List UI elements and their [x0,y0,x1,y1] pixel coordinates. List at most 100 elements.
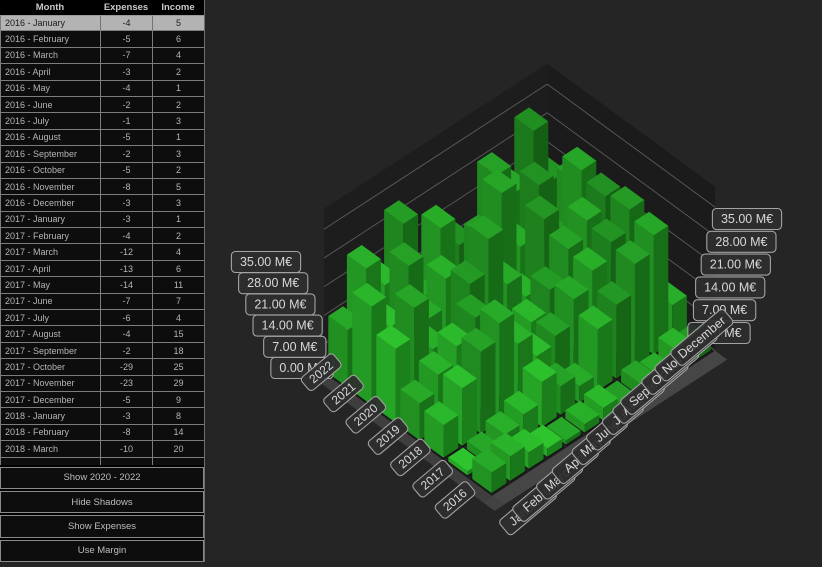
table-header: Month Expenses Income [0,0,204,15]
cell-exp: -2 [101,342,153,359]
cell-month: 2017 - January [1,211,101,228]
svg-text:35.00 M€: 35.00 M€ [240,255,292,269]
cell-exp: -23 [101,375,153,391]
table-row[interactable]: 2016 - May -4 1 [0,80,204,97]
cell-inc: 3 [175,116,181,127]
svg-text:14.00 M€: 14.00 M€ [262,319,314,333]
cell-inc: 2 [175,165,181,176]
table-row[interactable]: 2016 - August -5 1 [0,129,204,147]
button-show-expenses[interactable]: Show Expenses [0,515,204,538]
cell-exp: -14 [101,277,153,293]
table-row[interactable]: 2017 - November -23 29 [0,375,204,392]
col-header-expenses: Expenses [103,2,149,13]
cell-exp: -12 [101,244,153,260]
table-row[interactable]: 2016 - September -2 3 [0,146,204,163]
table-row-partial [0,457,204,465]
table-row[interactable]: 2017 - September -2 18 [0,342,204,360]
button-hide-shadows[interactable]: Hide Shadows [0,490,204,514]
cell-month: 2016 - August [1,129,101,146]
cell-inc: 7 [175,296,181,307]
table-row[interactable]: 2017 - February -4 2 [0,228,204,245]
button-stack: Show 2020 - 2022 Hide Shadows Show Expense… [0,466,204,562]
bar3d-chart-canvas[interactable]: 0.00 M€7.00 M€14.00 M€21.00 M€28.00 M€35… [205,0,822,562]
table-row[interactable]: 2016 - June -2 2 [0,96,204,114]
cell-month: 2017 - May [1,277,101,293]
value-tick-left: 35.00 M€ [230,250,302,274]
cell-exp: -5 [101,162,153,178]
cell-month: 2018 - January [1,408,101,424]
table-row[interactable]: 2016 - March -7 4 [0,47,204,65]
value-tick-right: 28.00 M€ [706,230,777,253]
value-tick-left: 28.00 M€ [238,272,309,295]
cell-inc: 4 [175,50,181,61]
button-use-margin[interactable]: Use Margin [0,539,204,562]
svg-text:7.00 M€: 7.00 M€ [272,340,317,354]
cell-inc: 5 [175,181,181,192]
cell-month: 2017 - June [1,293,101,310]
cell-month: 2016 - September [1,146,101,162]
col-header-month: Month [35,2,65,13]
svg-text:28.00 M€: 28.00 M€ [715,235,767,249]
cell-inc: 6 [175,34,181,45]
cell-month: 2017 - December [1,391,101,408]
cell-inc: 1 [175,214,181,225]
cell-month: 2017 - October [1,359,101,375]
table-row[interactable]: 2018 - January -3 8 [0,408,204,425]
table-row[interactable]: 2017 - October -29 25 [0,359,204,376]
cell-exp: -4 [101,16,153,31]
chart-panel: 0.00 M€ 7.00 M€ 14.00 M€ 21.00 M€ 28.00 M€ 35… [205,0,822,562]
table-row[interactable]: 2016 - December -3 3 [0,195,204,212]
table-row[interactable]: 2016 - January -4 5 [0,15,204,32]
value-tick-left: 7.00 M€ [263,335,327,358]
table-row[interactable]: 2018 - March -10 20 [0,441,204,458]
svg-text:35.00 M€: 35.00 M€ [721,212,773,226]
value-tick-left: 14.00 M€ [252,314,323,337]
cell-exp: -29 [101,359,153,375]
cell-month: 2017 - November [1,375,101,391]
cell-exp: -4 [101,228,153,244]
cell-inc: 20 [173,443,184,454]
button-show-2020-2022[interactable]: Show 2020 - 2022 [0,466,204,489]
cell-inc: 9 [175,394,181,405]
value-tick-right: 21.00 M€ [700,253,771,276]
cell-month: 2016 - February [1,31,101,47]
table-row[interactable]: 2017 - April -13 6 [0,260,204,278]
table-row[interactable]: 2017 - March -12 4 [0,244,204,261]
cell-month: 2016 - July [1,113,101,129]
table-row[interactable]: 2016 - October -5 2 [0,162,204,179]
table-row[interactable]: 2017 - December -5 9 [0,391,204,409]
cell-inc: 4 [175,247,181,258]
cell-exp: -3 [101,64,153,80]
table-row[interactable]: 2017 - January -3 1 [0,211,204,229]
cell-exp: -3 [101,211,153,228]
cell-inc: 11 [173,279,184,290]
table-row[interactable]: 2017 - August -4 15 [0,326,204,343]
table-row[interactable]: 2017 - May -14 11 [0,277,204,294]
cell-inc: 8 [175,411,181,422]
data-table-panel: Month Expenses Income 2016 - January -4 5 2… [0,0,205,562]
cell-month: 2017 - April [1,260,101,277]
table-row[interactable]: 2016 - July -1 3 [0,113,204,130]
cell-inc: 3 [175,148,181,159]
table-row[interactable]: 2018 - February -8 14 [0,424,204,442]
table-row[interactable]: 2016 - February -5 6 [0,31,204,48]
table-row[interactable]: 2017 - June -7 7 [0,293,204,311]
cell-month: 2016 - June [1,96,101,113]
value-tick-left: 21.00 M€ [245,293,316,316]
cell-exp: -1 [101,113,153,129]
cell-inc: 2 [175,230,181,241]
table-row[interactable]: 2016 - April -3 2 [0,64,204,81]
cell-exp: -7 [101,293,153,310]
table-row[interactable]: 2017 - July -6 4 [0,310,204,327]
cell-exp: -2 [101,96,153,113]
cell-month: 2016 - May [1,80,101,96]
cell-month: 2016 - January [1,16,101,31]
cell-month: 2018 - March [1,441,101,457]
svg-text:21.00 M€: 21.00 M€ [710,258,762,272]
svg-text:21.00 M€: 21.00 M€ [254,297,306,311]
value-tick-right: 35.00 M€ [711,207,783,231]
table-row[interactable]: 2016 - November -8 5 [0,178,204,196]
cell-month: 2017 - July [1,310,101,326]
cell-inc: 5 [175,18,181,29]
cell-month: 2017 - September [1,342,101,359]
